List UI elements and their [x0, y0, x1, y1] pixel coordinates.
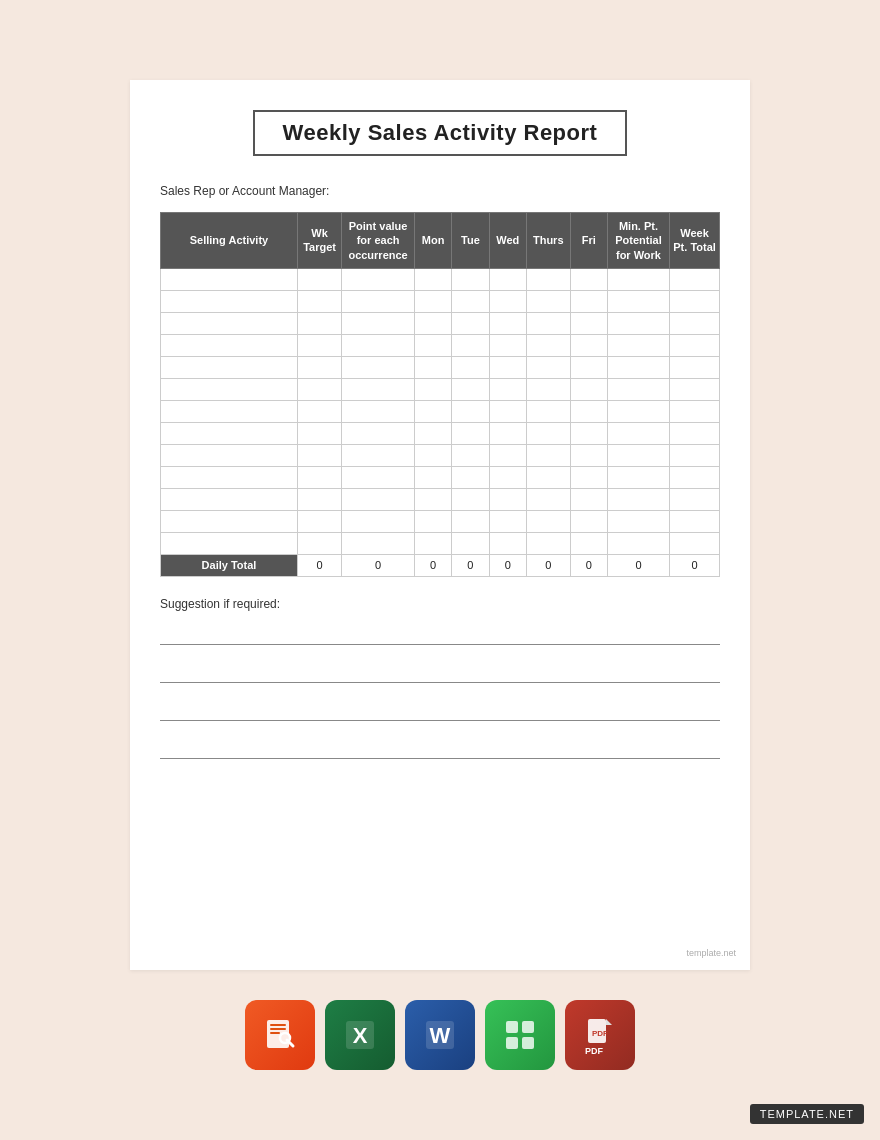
table-row [161, 378, 720, 400]
suggestion-line-1[interactable] [160, 625, 720, 645]
template-badge: TEMPLATE.NET [750, 1104, 864, 1124]
svg-marker-14 [606, 1019, 612, 1025]
table-row [161, 510, 720, 532]
table-row [161, 268, 720, 290]
excel-icon[interactable]: X [325, 1000, 395, 1070]
document: Weekly Sales Activity Report Sales Rep o… [130, 80, 750, 970]
header-wk-target: Wk Target [297, 213, 341, 269]
table-row [161, 466, 720, 488]
table-body: Daily Total 0 0 0 0 0 0 0 0 0 [161, 268, 720, 576]
word-icon[interactable]: W [405, 1000, 475, 1070]
svg-text:PDF: PDF [592, 1029, 608, 1038]
daily-total-wk-target: 0 [297, 554, 341, 576]
daily-total-week-pt: 0 [670, 554, 720, 576]
svg-rect-2 [270, 1028, 286, 1030]
suggestion-line-2[interactable] [160, 663, 720, 683]
table-wrapper: Selling Activity Wk Target Point value f… [160, 212, 720, 577]
table-header-row: Selling Activity Wk Target Point value f… [161, 213, 720, 269]
svg-text:PDF: PDF [585, 1046, 604, 1054]
header-thurs: Thurs [526, 213, 570, 269]
numbers-svg [501, 1016, 539, 1054]
app-icons-bar: X W PDF PDF [245, 1000, 635, 1070]
numbers-icon[interactable] [485, 1000, 555, 1070]
header-fri: Fri [570, 213, 607, 269]
daily-total-point-value: 0 [342, 554, 415, 576]
table-row [161, 488, 720, 510]
svg-rect-1 [270, 1024, 286, 1026]
daily-total-mon: 0 [414, 554, 451, 576]
excel-svg: X [341, 1016, 379, 1054]
table-row [161, 290, 720, 312]
header-min-pt: Min. Pt. Potential for Work [607, 213, 669, 269]
daily-total-wed: 0 [489, 554, 526, 576]
header-wed: Wed [489, 213, 526, 269]
header-selling-activity: Selling Activity [161, 213, 298, 269]
sales-rep-field: Sales Rep or Account Manager: [160, 184, 720, 198]
daily-total-row: Daily Total 0 0 0 0 0 0 0 0 0 [161, 554, 720, 576]
pages-svg [261, 1016, 299, 1054]
svg-text:W: W [430, 1023, 451, 1048]
sales-activity-table: Selling Activity Wk Target Point value f… [160, 212, 720, 577]
table-row [161, 400, 720, 422]
daily-total-label: Daily Total [161, 554, 298, 576]
header-mon: Mon [414, 213, 451, 269]
pages-icon[interactable] [245, 1000, 315, 1070]
table-row [161, 356, 720, 378]
pdf-svg: PDF PDF [581, 1016, 619, 1054]
daily-total-min-pt: 0 [607, 554, 669, 576]
table-row [161, 312, 720, 334]
daily-total-tue: 0 [452, 554, 489, 576]
svg-rect-9 [506, 1021, 518, 1033]
table-row [161, 334, 720, 356]
title-wrapper: Weekly Sales Activity Report [160, 110, 720, 156]
daily-total-fri: 0 [570, 554, 607, 576]
table-row [161, 444, 720, 466]
pdf-icon[interactable]: PDF PDF [565, 1000, 635, 1070]
svg-text:X: X [353, 1023, 368, 1048]
table-row [161, 422, 720, 444]
suggestion-label: Suggestion if required: [160, 597, 720, 611]
suggestion-section: Suggestion if required: [160, 597, 720, 759]
table-row [161, 532, 720, 554]
header-week-pt-total: Week Pt. Total [670, 213, 720, 269]
svg-rect-12 [522, 1037, 534, 1049]
watermark: template.net [686, 948, 736, 958]
suggestion-line-4[interactable] [160, 739, 720, 759]
page-container: Weekly Sales Activity Report Sales Rep o… [0, 0, 880, 1090]
svg-rect-10 [522, 1021, 534, 1033]
suggestion-line-3[interactable] [160, 701, 720, 721]
document-title: Weekly Sales Activity Report [253, 110, 628, 156]
word-svg: W [421, 1016, 459, 1054]
svg-rect-11 [506, 1037, 518, 1049]
daily-total-thurs: 0 [526, 554, 570, 576]
header-point-value: Point value for each occurrence [342, 213, 415, 269]
svg-rect-3 [270, 1032, 280, 1034]
header-tue: Tue [452, 213, 489, 269]
